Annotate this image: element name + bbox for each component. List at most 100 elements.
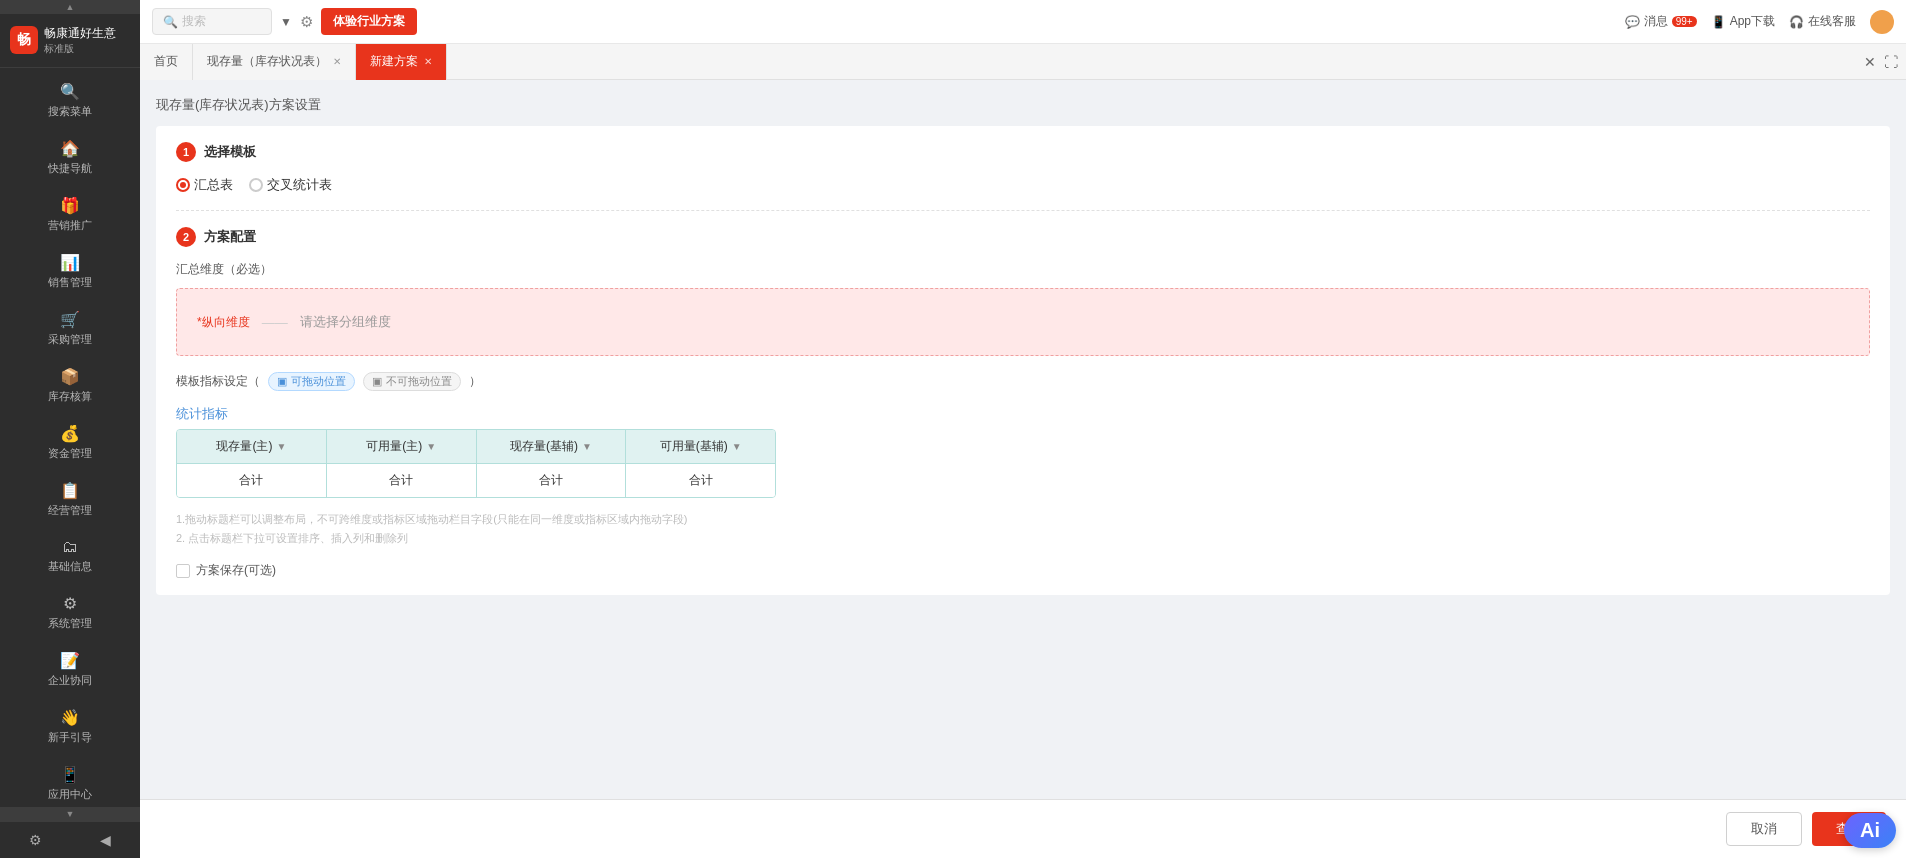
section1-header: 1 选择模板 — [176, 142, 1870, 162]
save-option: 方案保存(可选) — [176, 562, 1870, 579]
sidebar-item-basic[interactable]: 🗂 基础信息 — [0, 528, 140, 584]
settings-icon[interactable]: ⚙ — [29, 832, 42, 848]
trial-btn[interactable]: 体验行业方案 — [321, 8, 417, 35]
tab-inventory-label: 现存量（库存状况表） — [207, 53, 327, 70]
app-download-icon: 📱 — [1711, 15, 1726, 29]
dimension-divider: —— — [262, 315, 288, 330]
indicator-label-suffix: ） — [469, 373, 481, 390]
sales-icon: 📊 — [60, 253, 80, 272]
topbar-right: 💬 消息 99+ 📱 App下载 🎧 在线客服 — [1625, 10, 1894, 34]
tab-home-label: 首页 — [154, 53, 178, 70]
tab-new-scheme-close[interactable]: ✕ — [424, 56, 432, 67]
sidebar-nav: 🔍搜索菜单🏠快捷导航🎁营销推广 📊 销售管理 🛒采购管理 📦 库存核算 💰资金管理📋经营管理… — [0, 68, 140, 807]
section2-num: 2 — [176, 227, 196, 247]
sidebar-item-contract[interactable]: 📝企业协同 — [0, 641, 140, 698]
indicator-settings-label: 模板指标设定（ ▣ 可拖动位置 ▣ 不可拖动位置 ） — [176, 372, 1870, 391]
radio-summary-label: 汇总表 — [194, 176, 233, 194]
search-box[interactable]: 🔍 搜索 — [152, 8, 272, 35]
stats-section: 统计指标 现存量(主)▼可用量(主)▼现存量(基辅)▼可用量(基辅)▼ 合计合计… — [176, 405, 1870, 498]
save-option-label: 方案保存(可选) — [196, 562, 276, 579]
ai-badge[interactable]: Ai — [1844, 813, 1896, 848]
sidebar: ▲ 畅 畅康通好生意 标准版 🔍搜索菜单🏠快捷导航🎁营销推广📊销售管理🛒采购管理… — [0, 0, 140, 858]
chevron-down-icon: ▼ — [582, 441, 592, 452]
stats-header-cell[interactable]: 现存量(基辅)▼ — [477, 430, 627, 464]
message-btn[interactable]: 💬 消息 99+ — [1625, 13, 1697, 30]
tabs-actions: ✕ ⛶ — [1864, 54, 1906, 70]
message-label: 消息 — [1644, 13, 1668, 30]
sidebar-item-label: 快捷导航 — [48, 161, 92, 176]
stats-table: 现存量(主)▼可用量(主)▼现存量(基辅)▼可用量(基辅)▼ 合计合计合计合计 — [176, 429, 776, 498]
radio-summary-circle — [176, 178, 190, 192]
radio-summary[interactable]: 汇总表 — [176, 176, 233, 194]
contract-icon: 📝 — [60, 651, 80, 670]
tab-inventory[interactable]: 现存量（库存状况表） ✕ — [193, 44, 356, 80]
stats-body-cell: 合计 — [477, 464, 627, 497]
dropdown-btn[interactable]: ▼ — [280, 15, 292, 29]
close-panel-btn[interactable]: ✕ — [1864, 54, 1876, 70]
sidebar-item-management[interactable]: 📋经营管理 — [0, 471, 140, 528]
tab-home[interactable]: 首页 — [140, 44, 193, 80]
user-avatar[interactable] — [1870, 10, 1894, 34]
stats-body-cell: 合计 — [177, 464, 327, 497]
sidebar-scroll-up[interactable]: ▲ — [0, 0, 140, 14]
dimension-required: *纵向维度 — [197, 314, 250, 331]
basic-icon: 🗂 — [62, 538, 78, 556]
dimension-area[interactable]: *纵向维度 —— 请选择分组维度 — [176, 288, 1870, 356]
content-area: 现存量(库存状况表)方案设置 1 选择模板 汇总表 交叉统计表 — [140, 80, 1906, 799]
sidebar-item-sales[interactable]: 📊 销售管理 — [0, 243, 140, 300]
search-placeholder: 搜索 — [182, 13, 206, 30]
sidebar-bottom: ⚙ ◀ — [0, 821, 140, 858]
tips-section: 1.拖动标题栏可以调整布局，不可跨维度或指标区域拖动栏目字段(只能在同一维度或指… — [176, 512, 1870, 546]
sidebar-scroll-down[interactable]: ▼ — [0, 807, 140, 821]
stats-header-cell[interactable]: 现存量(主)▼ — [177, 430, 327, 464]
tips-item: 2. 点击标题栏下拉可设置排序、插入列和删除列 — [176, 531, 1870, 546]
inventory-icon: 📦 — [60, 367, 80, 386]
footer-bar: 取消 查询 — [140, 799, 1906, 858]
expand-panel-btn[interactable]: ⛶ — [1884, 54, 1898, 70]
sidebar-item-system[interactable]: ⚙ 系统管理 — [0, 584, 140, 641]
aggregate-label: 汇总维度（必选） — [176, 261, 1870, 278]
tab-new-scheme[interactable]: 新建方案 ✕ — [356, 44, 447, 80]
sidebar-item-label: 基础信息 — [48, 559, 92, 574]
sidebar-item-label: 库存核算 — [48, 389, 92, 404]
tab-new-scheme-label: 新建方案 — [370, 53, 418, 70]
newuser-icon: 👋 — [60, 708, 80, 727]
sidebar-item-finance[interactable]: 💰资金管理 — [0, 414, 140, 471]
sidebar-item-label: 销售管理 — [48, 275, 92, 290]
sidebar-item-label: 经营管理 — [48, 503, 92, 518]
sidebar-item-search[interactable]: 🔍搜索菜单 — [0, 72, 140, 129]
stats-header-cell[interactable]: 可用量(主)▼ — [327, 430, 477, 464]
chevron-down-icon: ▼ — [732, 441, 742, 452]
system-icon: ⚙ — [63, 594, 77, 613]
sidebar-item-newuser[interactable]: 👋 新手引导 — [0, 698, 140, 755]
config-section: 2 方案配置 汇总维度（必选） *纵向维度 —— 请选择分组维度 模板指标设定（… — [176, 227, 1870, 546]
finance-icon: 💰 — [60, 424, 80, 443]
sidebar-item-purchase[interactable]: 🛒采购管理 — [0, 300, 140, 357]
appstore-icon: 📱 — [60, 765, 80, 784]
no-drag-label: 不可拖动位置 — [386, 374, 452, 389]
sidebar-item-label: 系统管理 — [48, 616, 92, 631]
tab-inventory-close[interactable]: ✕ — [333, 56, 341, 67]
radio-cross-label: 交叉统计表 — [267, 176, 332, 194]
gear-icon[interactable]: ⚙ — [300, 13, 313, 31]
purchase-icon: 🛒 — [60, 310, 80, 329]
radio-cross-circle — [249, 178, 263, 192]
sidebar-item-label: 营销推广 — [48, 218, 92, 233]
radio-cross[interactable]: 交叉统计表 — [249, 176, 332, 194]
sidebar-item-appstore[interactable]: 📱 应用中心 — [0, 755, 140, 807]
sidebar-item-label: 应用中心 — [48, 787, 92, 802]
drag-indicator: ▣ — [277, 375, 287, 388]
save-checkbox[interactable] — [176, 564, 190, 578]
collapse-icon[interactable]: ◀ — [100, 832, 111, 848]
sidebar-item-label: 新手引导 — [48, 730, 92, 745]
cancel-button[interactable]: 取消 — [1726, 812, 1802, 846]
stats-header-cell[interactable]: 可用量(基辅)▼ — [626, 430, 775, 464]
customer-service-btn[interactable]: 🎧 在线客服 — [1789, 13, 1856, 30]
sidebar-item-shortcut[interactable]: 🏠快捷导航 — [0, 129, 140, 186]
section2-title: 方案配置 — [204, 228, 256, 246]
main-area: 🔍 搜索 ▼ ⚙ 体验行业方案 💬 消息 99+ 📱 App下载 🎧 在线客服 — [140, 0, 1906, 858]
sidebar-item-inventory[interactable]: 📦 库存核算 — [0, 357, 140, 414]
chevron-down-icon: ▼ — [276, 441, 286, 452]
sidebar-item-marketing[interactable]: 🎁营销推广 — [0, 186, 140, 243]
app-download-btn[interactable]: 📱 App下载 — [1711, 13, 1775, 30]
